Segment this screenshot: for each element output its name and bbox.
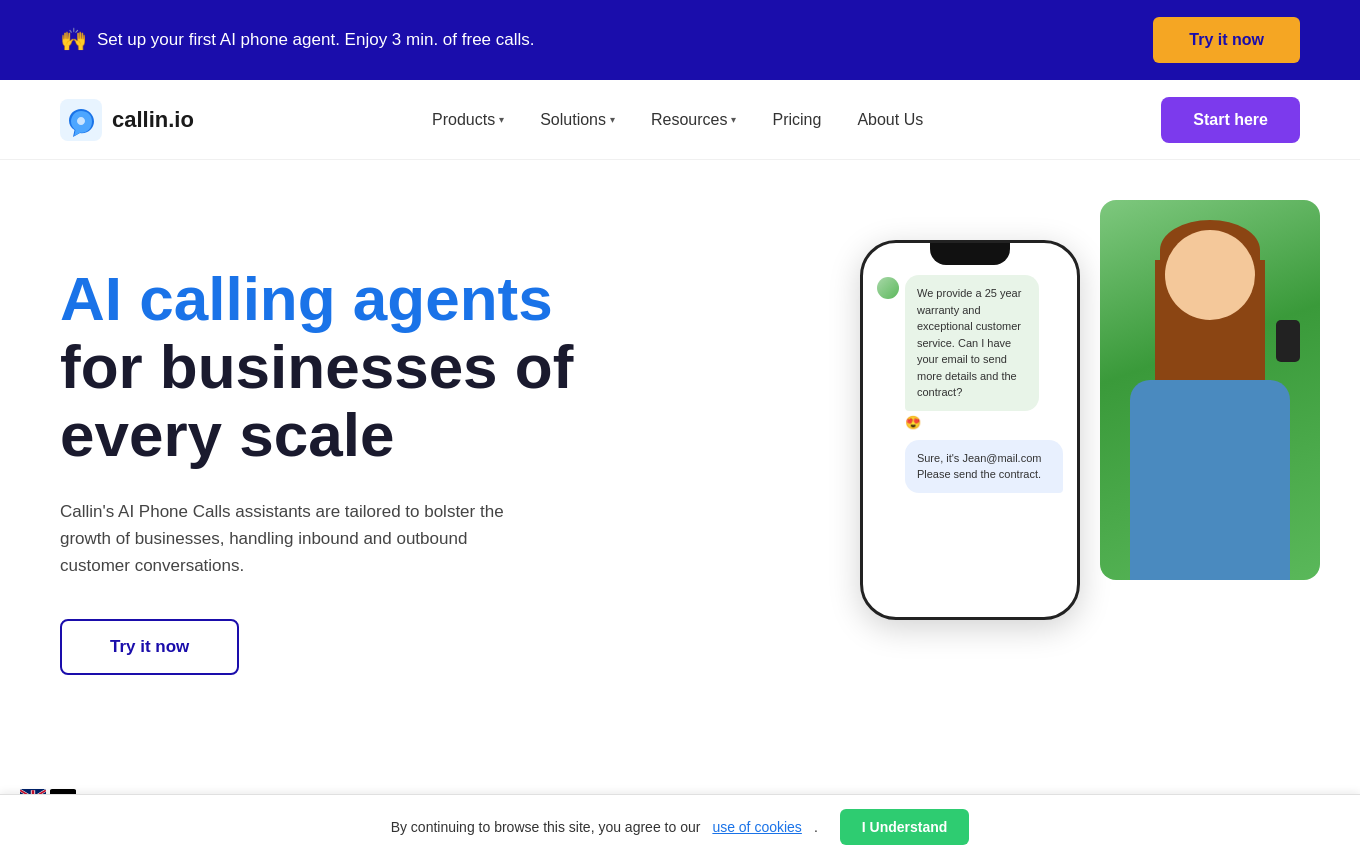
person-body: [1130, 380, 1290, 580]
chat-emoji: 😍: [905, 415, 1063, 430]
banner-message: Set up your first AI phone agent. Enjoy …: [97, 30, 535, 50]
hero-title-dark: for businesses of every scale: [60, 332, 573, 469]
hero-section: AI calling agents for businesses of ever…: [0, 160, 1360, 800]
cookie-banner: By continuing to browse this site, you a…: [0, 794, 1360, 800]
nav-item-about[interactable]: About Us: [843, 103, 937, 137]
nav-link-products[interactable]: Products ▾: [418, 103, 518, 137]
nav-link-pricing[interactable]: Pricing: [758, 103, 835, 137]
nav-item-solutions[interactable]: Solutions ▾: [526, 103, 629, 137]
nav-item-pricing[interactable]: Pricing: [758, 103, 835, 137]
nav-links: Products ▾ Solutions ▾ Resources ▾ Prici…: [418, 103, 937, 137]
hero-images: We provide a 25 year warranty and except…: [860, 200, 1320, 620]
hero-subtitle: Callin's AI Phone Calls assistants are t…: [60, 498, 540, 580]
chat-avatar: [877, 277, 899, 299]
hero-title: AI calling agents for businesses of ever…: [60, 265, 580, 470]
nav-link-resources[interactable]: Resources ▾: [637, 103, 750, 137]
chevron-down-icon: ▾: [731, 114, 736, 125]
phone-mockup: We provide a 25 year warranty and except…: [860, 240, 1080, 620]
chat-bubble-right: Sure, it's Jean@mail.com Please send the…: [905, 440, 1063, 493]
top-banner: 🙌 Set up your first AI phone agent. Enjo…: [0, 0, 1360, 80]
nav-item-resources[interactable]: Resources ▾: [637, 103, 750, 137]
hero-title-blue: AI calling agents: [60, 264, 553, 333]
logo-label: callin.io: [112, 107, 194, 133]
person-head: [1165, 230, 1255, 320]
hero-content: AI calling agents for businesses of ever…: [60, 265, 580, 675]
logo[interactable]: callin.io: [60, 99, 194, 141]
person-phone-prop: [1276, 320, 1300, 362]
navbar: callin.io Products ▾ Solutions ▾ Resourc…: [0, 80, 1360, 160]
start-here-button[interactable]: Start here: [1161, 97, 1300, 143]
banner-text: 🙌 Set up your first AI phone agent. Enjo…: [60, 27, 535, 53]
hero-try-button[interactable]: Try it now: [60, 619, 239, 675]
chevron-down-icon: ▾: [499, 114, 504, 125]
phone-screen: We provide a 25 year warranty and except…: [863, 265, 1077, 503]
banner-emoji: 🙌: [60, 27, 87, 53]
nav-item-products[interactable]: Products ▾: [418, 103, 518, 137]
chat-row-1: We provide a 25 year warranty and except…: [877, 275, 1063, 430]
banner-cta-button[interactable]: Try it now: [1153, 17, 1300, 63]
chat-bubble-left: We provide a 25 year warranty and except…: [905, 275, 1039, 411]
nav-link-about[interactable]: About Us: [843, 103, 937, 137]
chevron-down-icon: ▾: [610, 114, 615, 125]
phone-notch: [930, 243, 1010, 265]
person-image: [1100, 200, 1320, 580]
logo-icon: [60, 99, 102, 141]
nav-link-solutions[interactable]: Solutions ▾: [526, 103, 629, 137]
